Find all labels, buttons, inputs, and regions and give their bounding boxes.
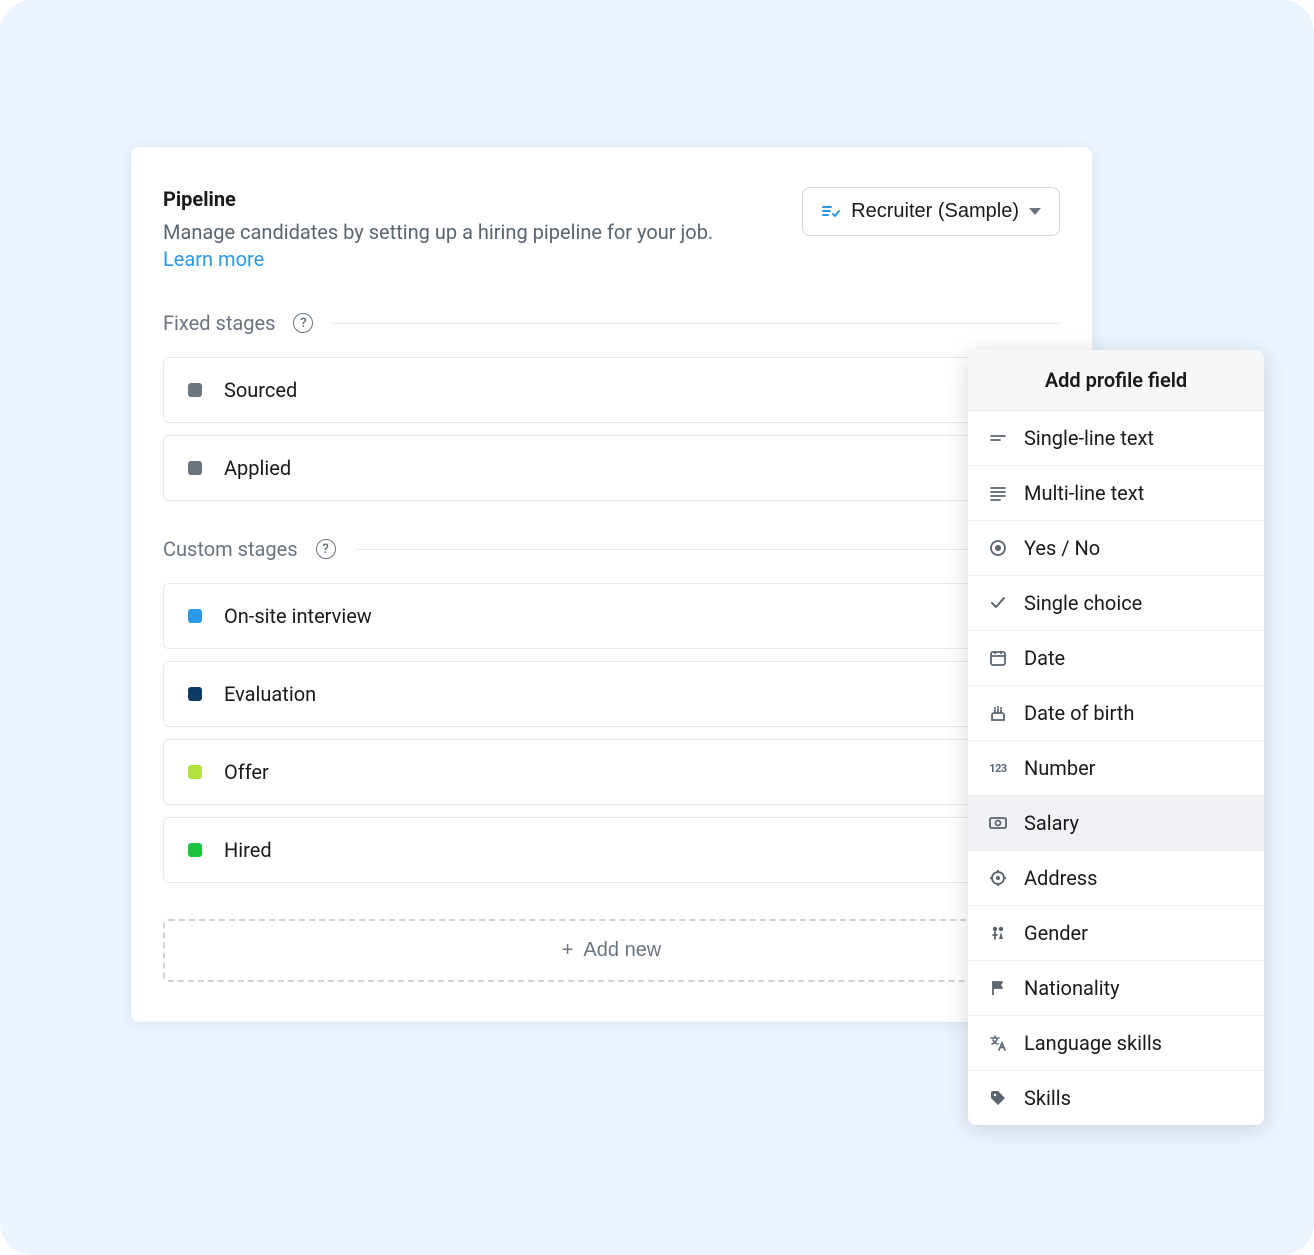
field-option-label: Number bbox=[1024, 756, 1095, 780]
field-option-label: Date of birth bbox=[1024, 701, 1134, 725]
fixed-stages-heading: Fixed stages ? bbox=[163, 311, 1060, 335]
pipeline-card: Pipeline Manage candidates by setting up… bbox=[131, 147, 1092, 1022]
dropdown-label: Recruiter (Sample) bbox=[851, 200, 1019, 223]
popup-title: Add profile field bbox=[968, 350, 1264, 411]
field-option-label: Single choice bbox=[1024, 591, 1142, 615]
card-header: Pipeline Manage candidates by setting up… bbox=[163, 187, 1060, 271]
stage-label: Evaluation bbox=[224, 682, 316, 706]
fixed-stages-label: Fixed stages bbox=[163, 311, 275, 335]
help-icon[interactable]: ? bbox=[293, 313, 313, 333]
field-option-birthday[interactable]: Date of birth bbox=[968, 686, 1264, 741]
tag-icon bbox=[988, 1088, 1008, 1108]
stage-label: Sourced bbox=[224, 378, 297, 402]
field-option-radio[interactable]: Yes / No bbox=[968, 521, 1264, 576]
field-option-target[interactable]: Address bbox=[968, 851, 1264, 906]
stage-item[interactable]: Offer bbox=[163, 739, 1060, 805]
field-option-short-text[interactable]: Single-line text bbox=[968, 411, 1264, 466]
stage-label: Hired bbox=[224, 838, 272, 862]
field-option-calendar[interactable]: Date bbox=[968, 631, 1264, 686]
divider bbox=[331, 323, 1060, 324]
stage-color-dot bbox=[188, 687, 202, 701]
stage-item[interactable]: Sourced bbox=[163, 357, 1060, 423]
stage-color-dot bbox=[188, 765, 202, 779]
divider bbox=[354, 549, 1060, 550]
add-profile-field-popup: Add profile field Single-line text Multi-… bbox=[968, 350, 1264, 1125]
flag-icon bbox=[988, 978, 1008, 998]
page-title: Pipeline bbox=[163, 187, 802, 211]
field-option-label: Address bbox=[1024, 866, 1097, 890]
chevron-down-icon bbox=[1029, 208, 1041, 215]
calendar-icon bbox=[988, 648, 1008, 668]
field-option-flag[interactable]: Nationality bbox=[968, 961, 1264, 1016]
field-option-label: Yes / No bbox=[1024, 536, 1100, 560]
stage-item[interactable]: Applied bbox=[163, 435, 1060, 501]
target-icon bbox=[988, 868, 1008, 888]
header-text-block: Pipeline Manage candidates by setting up… bbox=[163, 187, 802, 271]
fixed-stage-list: Sourced Applied bbox=[163, 357, 1060, 501]
field-option-label: Gender bbox=[1024, 921, 1088, 945]
stage-color-dot bbox=[188, 383, 202, 397]
custom-stage-list: On-site interview Evaluation Offer Hired bbox=[163, 583, 1060, 883]
field-option-number[interactable]: 123 Number bbox=[968, 741, 1264, 796]
long-text-icon bbox=[988, 483, 1008, 503]
field-option-check[interactable]: Single choice bbox=[968, 576, 1264, 631]
add-new-label: Add new bbox=[583, 939, 661, 962]
number-icon: 123 bbox=[988, 758, 1008, 778]
custom-stages-heading: Custom stages ? bbox=[163, 537, 1060, 561]
plus-icon: + bbox=[562, 939, 574, 962]
field-option-money[interactable]: Salary bbox=[968, 796, 1264, 851]
stage-item[interactable]: Hired bbox=[163, 817, 1060, 883]
template-dropdown[interactable]: Recruiter (Sample) bbox=[802, 187, 1060, 236]
stage-label: On-site interview bbox=[224, 604, 372, 628]
short-text-icon bbox=[988, 428, 1008, 448]
field-option-label: Salary bbox=[1024, 811, 1079, 835]
stage-color-dot bbox=[188, 461, 202, 475]
popup-list: Single-line text Multi-line text Yes / No S… bbox=[968, 411, 1264, 1125]
stage-label: Applied bbox=[224, 456, 291, 480]
help-icon[interactable]: ? bbox=[316, 539, 336, 559]
stage-item[interactable]: Evaluation bbox=[163, 661, 1060, 727]
birthday-icon bbox=[988, 703, 1008, 723]
translate-icon bbox=[988, 1033, 1008, 1053]
field-option-long-text[interactable]: Multi-line text bbox=[968, 466, 1264, 521]
stage-color-dot bbox=[188, 609, 202, 623]
radio-icon bbox=[988, 538, 1008, 558]
money-icon bbox=[988, 813, 1008, 833]
list-check-icon bbox=[821, 202, 841, 222]
check-icon bbox=[988, 593, 1008, 613]
field-option-label: Multi-line text bbox=[1024, 481, 1144, 505]
field-option-label: Nationality bbox=[1024, 976, 1120, 1000]
field-option-label: Skills bbox=[1024, 1086, 1071, 1110]
field-option-translate[interactable]: Language skills bbox=[968, 1016, 1264, 1071]
learn-more-link[interactable]: Learn more bbox=[163, 247, 264, 271]
field-option-tag[interactable]: Skills bbox=[968, 1071, 1264, 1125]
gender-icon bbox=[988, 923, 1008, 943]
add-new-stage-button[interactable]: + Add new bbox=[163, 919, 1060, 982]
field-option-label: Language skills bbox=[1024, 1031, 1162, 1055]
stage-item[interactable]: On-site interview bbox=[163, 583, 1060, 649]
custom-stages-label: Custom stages bbox=[163, 537, 298, 561]
field-option-gender[interactable]: Gender bbox=[968, 906, 1264, 961]
field-option-label: Single-line text bbox=[1024, 426, 1154, 450]
field-option-label: Date bbox=[1024, 646, 1065, 670]
page-subtitle: Manage candidates by setting up a hiring… bbox=[163, 217, 802, 247]
stage-label: Offer bbox=[224, 760, 269, 784]
stage-color-dot bbox=[188, 843, 202, 857]
